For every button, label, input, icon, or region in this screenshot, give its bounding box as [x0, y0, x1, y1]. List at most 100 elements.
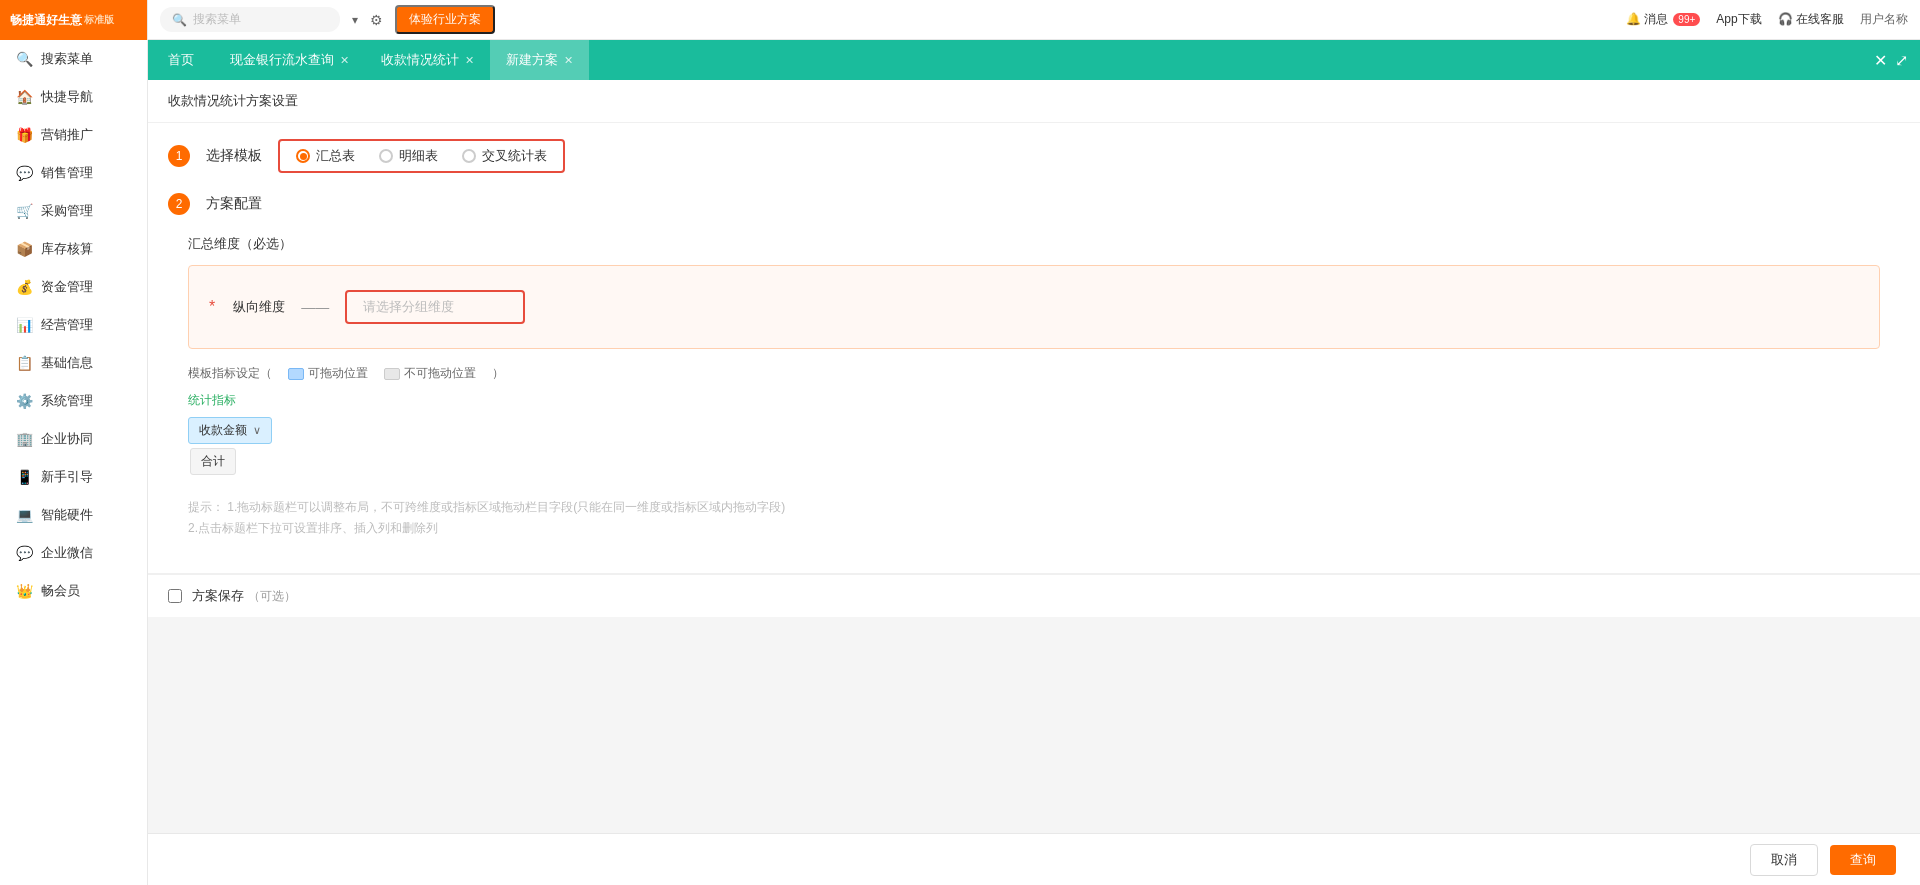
step2-label: 方案配置: [206, 195, 262, 213]
tab-new-plan-close[interactable]: ✕: [564, 54, 573, 67]
section-body: 1 选择模板 汇总表 明细表 交叉统计表: [148, 123, 1920, 573]
save-row: 方案保存 （可选）: [148, 574, 1920, 617]
sidebar-item-sales[interactable]: 💬 销售管理: [0, 154, 147, 192]
step2-badge: 2: [168, 193, 190, 215]
indicator-config: 模板指标设定（ 可拖动位置 不可拖动位置 ） 统计指标: [188, 365, 1880, 475]
topbar: 🔍 搜索菜单 ▾ ⚙ 体验行业方案 🔔 消息 99+ App下载 🎧 在线客服 …: [148, 0, 1920, 40]
wechat-icon: 💬: [16, 545, 33, 561]
sidebar-label-basic-info: 基础信息: [41, 354, 93, 372]
dimension-select[interactable]: 请选择分组维度: [345, 290, 525, 324]
required-mark: *: [209, 298, 215, 316]
tip-1: 提示： 1.拖动标题栏可以调整布局，不可跨维度或指标区域拖动栏目字段(只能在同一…: [188, 499, 1880, 516]
sidebar-label-smart-hw: 智能硬件: [41, 506, 93, 524]
app-download-link[interactable]: App下载: [1716, 11, 1761, 28]
tab-home[interactable]: 首页: [148, 40, 214, 80]
legend-no-drag: 不可拖动位置: [384, 365, 476, 382]
main-area: 🔍 搜索菜单 ▾ ⚙ 体验行业方案 🔔 消息 99+ App下载 🎧 在线客服 …: [148, 0, 1920, 885]
sidebar-item-newbie[interactable]: 📱 新手引导: [0, 458, 147, 496]
indicator-legend: 模板指标设定（ 可拖动位置 不可拖动位置 ）: [188, 365, 1880, 382]
sidebar-label-newbie: 新手引导: [41, 468, 93, 486]
radio-cross[interactable]: 交叉统计表: [462, 147, 547, 165]
topbar-gear-icon[interactable]: ⚙: [370, 12, 383, 28]
no-drag-legend-box: [384, 368, 400, 380]
tab-cashflow-label: 现金银行流水查询: [230, 51, 334, 69]
logo-text: 畅捷通好生意: [10, 12, 82, 29]
sidebar-item-marketing[interactable]: 🎁 营销推广: [0, 116, 147, 154]
sidebar-label-wechat: 企业微信: [41, 544, 93, 562]
page-header: 收款情况统计方案设置: [148, 80, 1920, 123]
sub-tag-label: 合计: [201, 453, 225, 470]
sidebar-item-wechat[interactable]: 💬 企业微信: [0, 534, 147, 572]
indicator-tag-label: 收款金额: [199, 422, 247, 439]
tab-cashflow[interactable]: 现金银行流水查询 ✕: [214, 40, 365, 80]
tab-receipts-close[interactable]: ✕: [465, 54, 474, 67]
no-drag-label: 不可拖动位置: [404, 365, 476, 382]
notification-badge: 99+: [1673, 13, 1700, 26]
sidebar-item-inventory[interactable]: 📦 库存核算: [0, 230, 147, 268]
sidebar-item-system[interactable]: ⚙️ 系统管理: [0, 382, 147, 420]
tab-receipts[interactable]: 收款情况统计 ✕: [365, 40, 490, 80]
sidebar-item-enterprise[interactable]: 🏢 企业协同: [0, 420, 147, 458]
sidebar-label-system: 系统管理: [41, 392, 93, 410]
phone-icon: 📱: [16, 469, 33, 485]
save-checkbox[interactable]: [168, 589, 182, 603]
footer: 取消 查询: [148, 833, 1920, 885]
tab-cashflow-close[interactable]: ✕: [340, 54, 349, 67]
page-section: 收款情况统计方案设置 1 选择模板 汇总表 明细表: [148, 80, 1920, 617]
dimension-area: * 纵向维度 —— 请选择分组维度: [188, 265, 1880, 349]
drag-label: 可拖动位置: [308, 365, 368, 382]
radio-cross-dot: [462, 149, 476, 163]
sidebar-label-enterprise: 企业协同: [41, 430, 93, 448]
legend-prefix: 模板指标设定（: [188, 365, 272, 382]
laptop-icon: 💻: [16, 507, 33, 523]
sidebar-item-operations[interactable]: 📊 经营管理: [0, 306, 147, 344]
trial-button[interactable]: 体验行业方案: [395, 5, 495, 34]
config-section: 汇总维度（必选） * 纵向维度 —— 请选择分组维度 模板指标设定（: [168, 235, 1900, 557]
radio-detail-dot: [379, 149, 393, 163]
notification-label: 消息: [1644, 12, 1668, 26]
sidebar-label-operations: 经营管理: [41, 316, 93, 334]
tabbar: 首页 现金银行流水查询 ✕ 收款情况统计 ✕ 新建方案 ✕ ✕ ⤢: [148, 40, 1920, 80]
notification-area[interactable]: 🔔 消息 99+: [1626, 11, 1701, 28]
sidebar-item-search-menu[interactable]: 🔍 搜索菜单: [0, 40, 147, 78]
radio-summary-dot: [296, 149, 310, 163]
sidebar-item-smart-hw[interactable]: 💻 智能硬件: [0, 496, 147, 534]
tips-area: 提示： 1.拖动标题栏可以调整布局，不可跨维度或指标区域拖动栏目字段(只能在同一…: [188, 499, 1880, 537]
radio-detail-label: 明细表: [399, 147, 438, 165]
search-placeholder: 搜索菜单: [193, 11, 241, 28]
sidebar-item-quick-nav[interactable]: 🏠 快捷导航: [0, 78, 147, 116]
sidebar-item-basic-info[interactable]: 📋 基础信息: [0, 344, 147, 382]
tab-expand-icon[interactable]: ⤢: [1895, 51, 1908, 70]
tip-2: 2.点击标题栏下拉可设置排序、插入列和删除列: [188, 520, 1880, 537]
sidebar-label-search-menu: 搜索菜单: [41, 50, 93, 68]
step1-label: 选择模板: [206, 147, 262, 165]
crown-icon: 👑: [16, 583, 33, 599]
dimension-arrow: ——: [301, 299, 329, 315]
sidebar-item-purchase[interactable]: 🛒 采购管理: [0, 192, 147, 230]
cancel-button[interactable]: 取消: [1750, 844, 1818, 876]
search-icon: 🔍: [16, 51, 33, 67]
tab-new-plan[interactable]: 新建方案 ✕: [490, 40, 589, 80]
tab-new-plan-label: 新建方案: [506, 51, 558, 69]
sidebar-item-member[interactable]: 👑 畅会员: [0, 572, 147, 610]
tab-receipts-label: 收款情况统计: [381, 51, 459, 69]
chart-icon: 📊: [16, 317, 33, 333]
query-button[interactable]: 查询: [1830, 845, 1896, 875]
template-radio-group: 汇总表 明细表 交叉统计表: [278, 139, 565, 173]
sidebar: 畅捷通好生意 标准版 🔍 搜索菜单 🏠 快捷导航 🎁 营销推广 💬 销售管理 🛒…: [0, 0, 148, 885]
step1-row: 1 选择模板 汇总表 明细表 交叉统计表: [168, 139, 1900, 173]
tab-close-all-icon[interactable]: ✕: [1874, 51, 1887, 70]
indicator-tag-amount[interactable]: 收款金额 ∨: [188, 417, 272, 444]
logo-edition: 标准版: [84, 13, 114, 27]
radio-cross-label: 交叉统计表: [482, 147, 547, 165]
save-label: 方案保存 （可选）: [192, 587, 296, 605]
topbar-search[interactable]: 🔍 搜索菜单: [160, 7, 340, 32]
radio-summary[interactable]: 汇总表: [296, 147, 355, 165]
online-support-link[interactable]: 🎧 在线客服: [1778, 11, 1844, 28]
sidebar-item-finance[interactable]: 💰 资金管理: [0, 268, 147, 306]
radio-detail[interactable]: 明细表: [379, 147, 438, 165]
indicator-sub-tag-total[interactable]: 合计: [190, 448, 236, 475]
topbar-dropdown-arrow[interactable]: ▾: [352, 13, 358, 27]
sidebar-label-finance: 资金管理: [41, 278, 93, 296]
sidebar-label-marketing: 营销推广: [41, 126, 93, 144]
